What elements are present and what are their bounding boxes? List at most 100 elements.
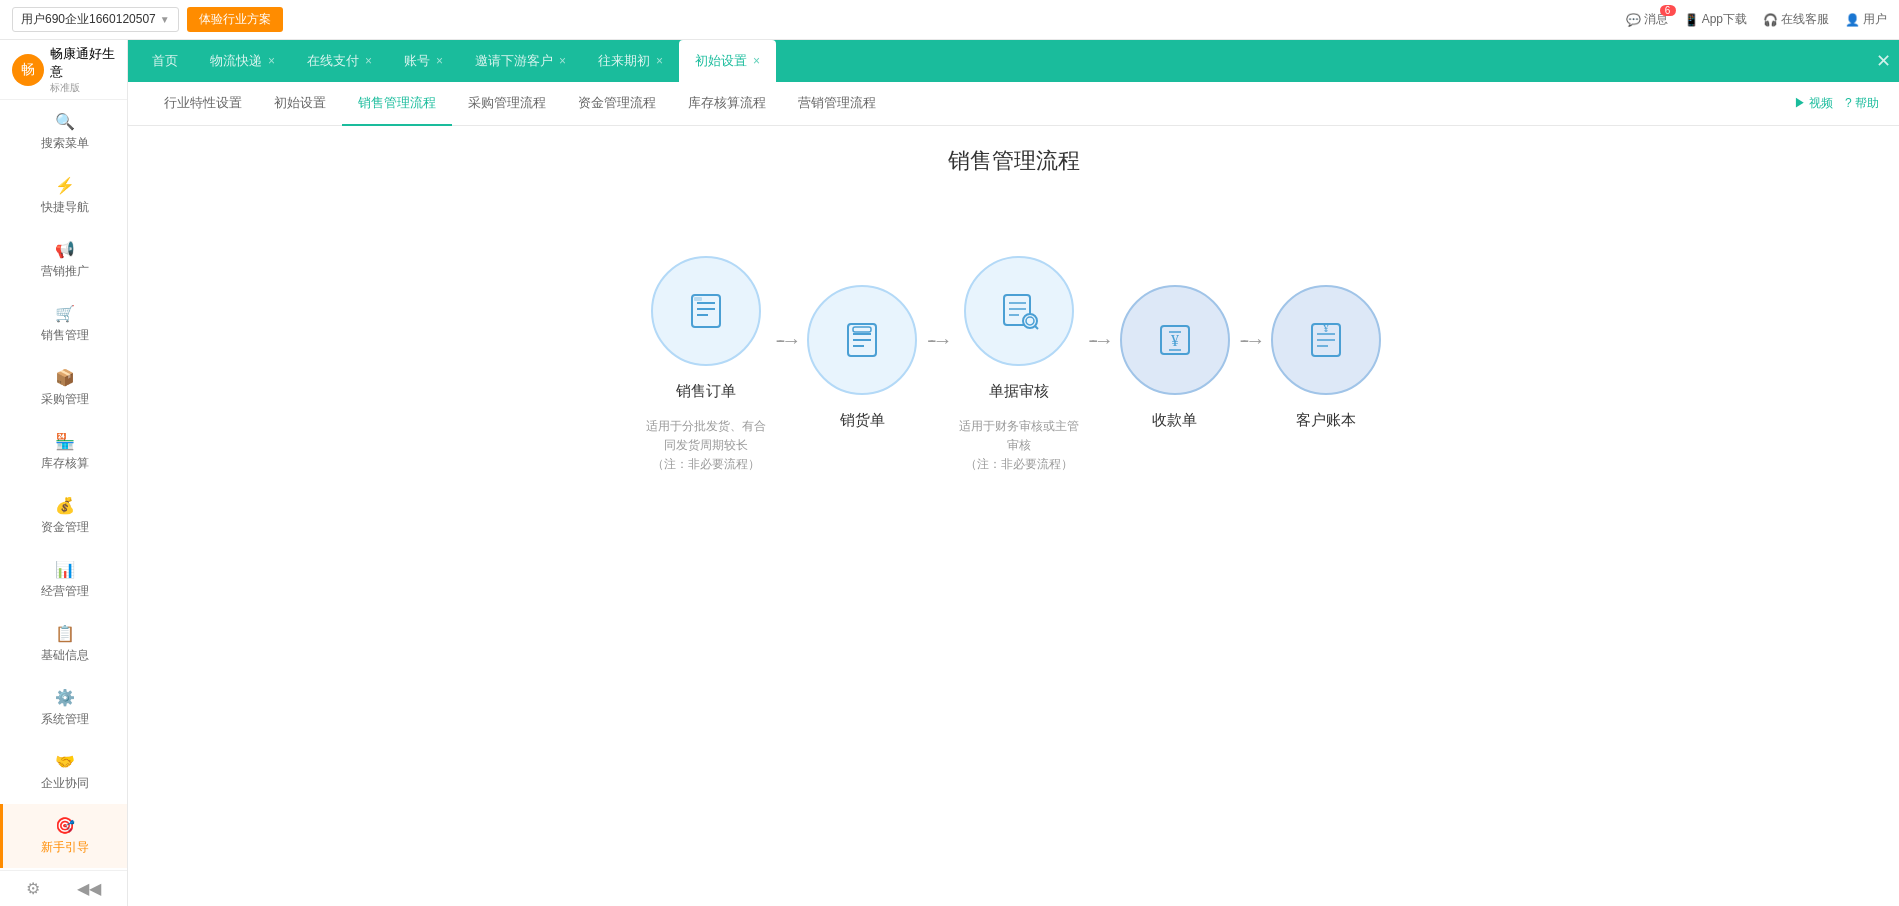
online-service-item[interactable]: 🎧 在线客服	[1763, 11, 1829, 28]
nav-icon: 🔍	[55, 112, 75, 131]
sidebar-item-库存核算[interactable]: 🏪库存核算	[0, 420, 127, 484]
tab-close-icon[interactable]: ×	[656, 54, 663, 68]
flow-circle-sales-order	[651, 256, 761, 366]
video-link[interactable]: ▶ 视频	[1794, 95, 1833, 112]
tab-label: 初始设置	[695, 52, 747, 70]
sub-tabs: 行业特性设置初始设置销售管理流程采购管理流程资金管理流程库存核算流程营销管理流程…	[128, 82, 1899, 126]
nav-label: 经营管理	[41, 583, 89, 600]
nav-icon: 📦	[55, 368, 75, 387]
nav-label: 营销推广	[41, 263, 89, 280]
main-layout: 畅 畅康通好生意 标准版 🔍 搜索菜单 ⚡快捷导航 📢 营销推广 🛒 销售管理 📦 采购管理 🏪库…	[0, 40, 1899, 906]
user-avatar-item[interactable]: 👤 用户	[1845, 11, 1887, 28]
user-select[interactable]: 用户690企业1660120507 ▼	[12, 7, 179, 32]
nav-icon: 📢	[55, 240, 75, 259]
message-icon: 💬	[1626, 13, 1641, 27]
tab-close-icon[interactable]: ×	[753, 54, 760, 68]
sales-order-desc: 适用于分批发货、有合同发货周期较长（注：非必要流程）	[646, 417, 766, 475]
app-download-item[interactable]: 📱 App下载	[1684, 11, 1747, 28]
sidebar-item-系统管理[interactable]: ⚙️系统管理	[0, 676, 127, 740]
nav-icon: 🎯	[55, 816, 75, 835]
tab-账号[interactable]: 账号×	[388, 40, 459, 82]
tab-邀请下游客户[interactable]: 邀请下游客户 ×	[459, 40, 582, 82]
sidebar-item-新手引导[interactable]: 🎯 新手引导	[0, 804, 127, 868]
sidebar-item-基础信息[interactable]: 📋基础信息	[0, 612, 127, 676]
nav-label: 搜索菜单	[41, 135, 89, 152]
sub-tab-营销管理流程[interactable]: 营销管理流程	[782, 82, 892, 126]
help-link[interactable]: ? 帮助	[1845, 95, 1879, 112]
tab-初始设置[interactable]: 初始设置 ×	[679, 40, 776, 82]
sidebar-item-销售管理[interactable]: 🛒 销售管理	[0, 292, 127, 356]
message-item[interactable]: 💬 消息 6	[1626, 11, 1668, 28]
review-icon	[997, 289, 1041, 333]
sidebar-item-采购管理[interactable]: 📦 采购管理	[0, 356, 127, 420]
tab-close-icon[interactable]: ×	[268, 54, 275, 68]
sub-tab-资金管理流程[interactable]: 资金管理流程	[562, 82, 672, 126]
sub-tab-销售管理流程[interactable]: 销售管理流程	[342, 82, 452, 126]
app-download-label: App下载	[1702, 11, 1747, 28]
receipt-icon: ¥	[1153, 318, 1197, 362]
tab-label: 在线支付	[307, 52, 359, 70]
sub-tab-库存核算流程[interactable]: 库存核算流程	[672, 82, 782, 126]
flow-node-account: ¥ 客户账本	[1271, 285, 1381, 446]
account-label: 客户账本	[1296, 411, 1356, 430]
sidebar-item-资金管理[interactable]: 💰 资金管理	[0, 484, 127, 548]
sidebar-item-快捷导航[interactable]: ⚡快捷导航	[0, 164, 127, 228]
account-icon: ¥	[1304, 318, 1348, 362]
page-content: 销售管理流程 销售订单 适用于分批发货、有合同	[128, 126, 1899, 906]
sidebar-bottom: ⚙ ◀◀	[0, 870, 127, 906]
tab-往来期初[interactable]: 往来期初 ×	[582, 40, 679, 82]
flow-node-review: 单据审核 适用于财务审核或主管审核（注：非必要流程）	[959, 256, 1079, 475]
tab-首页[interactable]: 首页	[136, 40, 194, 82]
message-badge: 6	[1660, 5, 1676, 16]
svg-rect-9	[853, 327, 871, 332]
flow-node-receipt: ¥ 收款单	[1120, 285, 1230, 446]
flow-node-sales-order: 销售订单 适用于分批发货、有合同发货周期较长（注：非必要流程）	[646, 256, 766, 475]
logo-text-block: 畅康通好生意 标准版	[50, 45, 115, 95]
nav-label: 企业协同	[41, 775, 89, 792]
user-label: 用户690企业1660120507	[21, 11, 156, 28]
sub-tab-行业特性设置[interactable]: 行业特性设置	[148, 82, 258, 126]
logo-icon: 畅	[12, 54, 44, 86]
flow-circle-receipt: ¥	[1120, 285, 1230, 395]
top-bar-left: 用户690企业1660120507 ▼ 体验行业方案	[12, 7, 283, 32]
nav-icon: 💰	[55, 496, 75, 515]
phone-icon: 📱	[1684, 13, 1699, 27]
tab-在线支付[interactable]: 在线支付 ×	[291, 40, 388, 82]
tab-close-icon[interactable]: ×	[436, 54, 443, 68]
sidebar-item-企业协同[interactable]: 🤝 企业协同	[0, 740, 127, 804]
invoice-icon	[840, 318, 884, 362]
svg-rect-4	[694, 297, 702, 301]
svg-line-16	[1035, 326, 1038, 329]
avatar-icon: 👤	[1845, 13, 1860, 27]
nav-label: 采购管理	[41, 391, 89, 408]
tab-label: 邀请下游客户	[475, 52, 553, 70]
tab-bar-close-icon[interactable]: ✕	[1876, 50, 1891, 72]
headset-icon: 🎧	[1763, 13, 1778, 27]
invoice-label: 销货单	[840, 411, 885, 430]
receipt-label: 收款单	[1152, 411, 1197, 430]
nav-icon: 🤝	[55, 752, 75, 771]
tab-label: 往来期初	[598, 52, 650, 70]
nav-label: 新手引导	[41, 839, 89, 856]
sub-tab-初始设置[interactable]: 初始设置	[258, 82, 342, 126]
tab-close-icon[interactable]: ×	[365, 54, 372, 68]
settings-icon[interactable]: ⚙	[26, 879, 40, 898]
logo-area: 畅 畅康通好生意 标准版	[0, 40, 127, 100]
sub-tab-采购管理流程[interactable]: 采购管理流程	[452, 82, 562, 126]
svg-text:¥: ¥	[1323, 322, 1329, 334]
flow-circle-account: ¥	[1271, 285, 1381, 395]
tab-物流快递[interactable]: 物流快递×	[194, 40, 291, 82]
sidebar-item-搜索菜单[interactable]: 🔍 搜索菜单	[0, 100, 127, 164]
nav-label: 资金管理	[41, 519, 89, 536]
arrow-2: --→	[917, 329, 958, 352]
dropdown-arrow-icon: ▼	[160, 14, 170, 25]
sidebar-item-营销推广[interactable]: 📢 营销推广	[0, 228, 127, 292]
arrow-4: --→	[1230, 329, 1271, 352]
collapse-icon[interactable]: ◀◀	[77, 879, 101, 898]
sidebar-item-经营管理[interactable]: 📊经营管理	[0, 548, 127, 612]
trial-button[interactable]: 体验行业方案	[187, 7, 283, 32]
nav-items: 🔍 搜索菜单 ⚡快捷导航 📢 营销推广 🛒 销售管理 📦 采购管理 🏪库存核算 💰 资金管理 📊经营管理…	[0, 100, 127, 870]
tab-close-icon[interactable]: ×	[559, 54, 566, 68]
nav-label: 销售管理	[41, 327, 89, 344]
nav-icon: 🛒	[55, 304, 75, 323]
